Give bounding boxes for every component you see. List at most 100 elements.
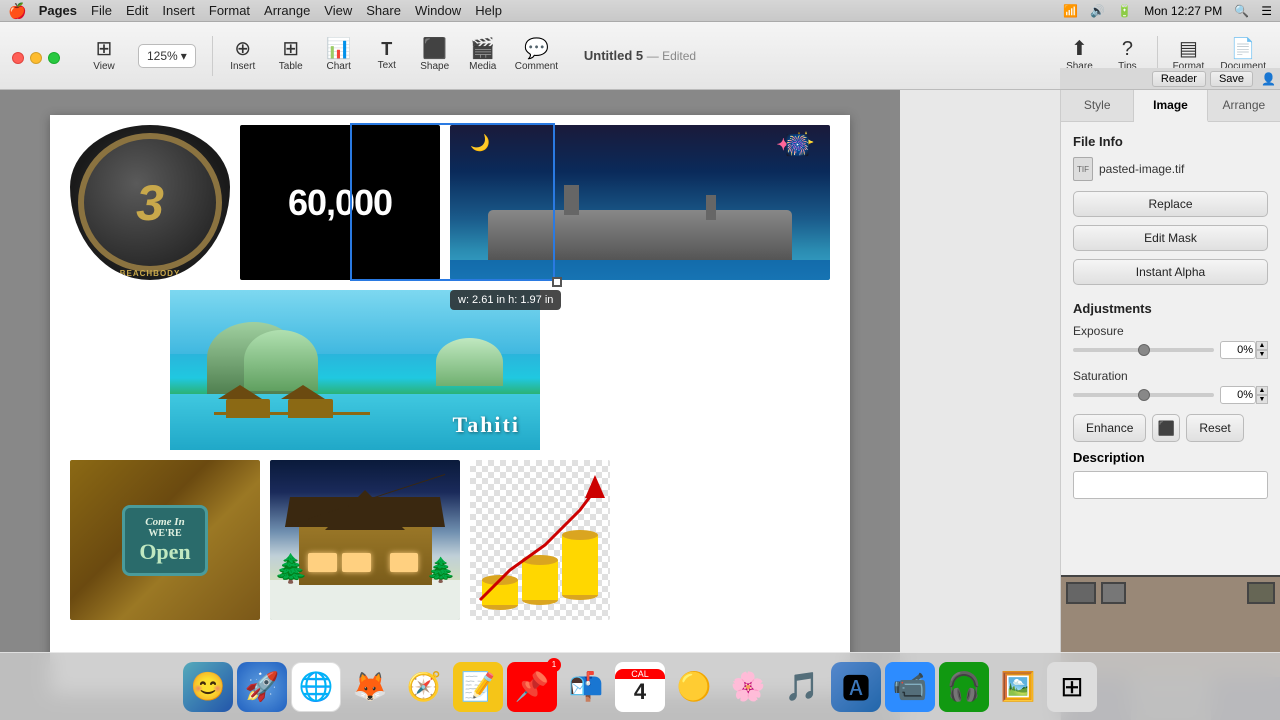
exposure-up[interactable]: ▲ xyxy=(1256,341,1268,350)
minimize-button[interactable] xyxy=(30,52,42,64)
dock-appstore[interactable]: 🅰 xyxy=(831,662,881,712)
notes-icon: 📝 xyxy=(461,670,496,703)
dock-zoom[interactable]: 📹 xyxy=(885,662,935,712)
menu-help[interactable]: Help xyxy=(475,3,502,18)
menu-file[interactable]: File xyxy=(91,3,112,18)
levels-icon-button[interactable]: ⬛ xyxy=(1152,414,1180,442)
dock-mail[interactable]: 📬 xyxy=(561,662,611,712)
menu-insert[interactable]: Insert xyxy=(162,3,195,18)
open-sign-image[interactable]: Come In WE'RE Open xyxy=(70,460,260,620)
iphoto-icon: 🖼️ xyxy=(1001,670,1036,703)
window-controls xyxy=(12,52,60,64)
dock-photos[interactable]: 🌸 xyxy=(723,662,773,712)
zoom-selector[interactable]: 125% ▾ xyxy=(138,44,196,68)
dock-spotify[interactable]: 🎧 xyxy=(939,662,989,712)
text-button[interactable]: T Text xyxy=(365,36,409,75)
media-button[interactable]: 🎬 Media xyxy=(461,35,505,76)
zoom-value: 125% xyxy=(147,49,178,63)
dock-safari[interactable]: 🧭 xyxy=(399,662,449,712)
menu-view[interactable]: View xyxy=(324,3,352,18)
saturation-thumb[interactable] xyxy=(1138,389,1150,401)
dock-app-red[interactable]: 📌 1 xyxy=(507,662,557,712)
dock-finder[interactable]: 😊 xyxy=(183,662,233,712)
money-chart-image[interactable] xyxy=(470,460,610,620)
launchpad-icon: 🚀 xyxy=(245,670,280,703)
file-info-row: TIF pasted-image.tif xyxy=(1073,157,1268,181)
save-button[interactable]: Save xyxy=(1210,71,1253,87)
exposure-thumb[interactable] xyxy=(1138,344,1150,356)
dock-notes[interactable]: 📝 xyxy=(453,662,503,712)
resize-handle[interactable] xyxy=(552,277,562,287)
menu-share[interactable]: Share xyxy=(366,3,401,18)
description-input[interactable] xyxy=(1073,471,1268,499)
wifi-icon[interactable]: 📶 xyxy=(1063,4,1078,18)
firefox-icon: 🦊 xyxy=(353,670,388,703)
come-in-text: Come In xyxy=(139,516,190,528)
view-icon: ⊞ xyxy=(96,39,113,59)
comment-button[interactable]: 💬 Comment xyxy=(509,35,564,76)
saturation-value: 0% xyxy=(1220,386,1256,404)
replace-button[interactable]: Replace xyxy=(1073,191,1268,217)
calendar-month: CAL xyxy=(615,669,665,679)
close-button[interactable] xyxy=(12,52,24,64)
sixty-thousand-image[interactable]: 60,000 xyxy=(240,125,440,280)
menu-edit[interactable]: Edit xyxy=(126,3,148,18)
beachbody-image[interactable]: 3 BEACHBODY xyxy=(70,125,230,280)
money-chart-graphic xyxy=(470,460,610,620)
cruise-ship-image[interactable]: ✨ ✦ 🌙 xyxy=(450,125,830,280)
zoom-dropdown-icon: ▾ xyxy=(181,49,187,63)
share-icon: ⬆ xyxy=(1071,39,1088,59)
chalet-image[interactable]: 🌲 🌲 xyxy=(270,460,460,620)
adjustments-section: Adjustments Exposure 0% ▲ ▼ xyxy=(1073,301,1268,442)
saturation-down[interactable]: ▼ xyxy=(1256,395,1268,404)
reset-button[interactable]: Reset xyxy=(1186,414,1243,442)
menubar-right: 📶 🔊 🔋 Mon 12:27 PM 🔍 ☰ xyxy=(1063,4,1272,18)
insert-icon: ⊕ xyxy=(234,39,251,59)
battery-icon[interactable]: 🔋 xyxy=(1117,4,1132,18)
dock-stickies[interactable]: 🟡 xyxy=(669,662,719,712)
exposure-down[interactable]: ▼ xyxy=(1256,350,1268,359)
dock-launchpad[interactable]: 🚀 xyxy=(237,662,287,712)
table-button[interactable]: ⊞ Table xyxy=(269,35,313,76)
enhance-button[interactable]: Enhance xyxy=(1073,414,1146,442)
view-button[interactable]: ⊞ View xyxy=(82,35,126,76)
dock-firefox[interactable]: 🦊 xyxy=(345,662,395,712)
saturation-slider[interactable] xyxy=(1073,393,1214,397)
dock-grid[interactable]: ⊞ xyxy=(1047,662,1097,712)
saturation-stepper[interactable]: ▲ ▼ xyxy=(1256,386,1268,404)
red-app-icon: 📌 xyxy=(515,670,550,703)
chart-button[interactable]: 📊 Chart xyxy=(317,35,361,76)
apple-menu[interactable]: 🍎 xyxy=(8,2,27,20)
exposure-stepper[interactable]: ▲ ▼ xyxy=(1256,341,1268,359)
sixty-thousand-text: 60,000 xyxy=(288,182,392,224)
tab-image[interactable]: Image xyxy=(1134,90,1207,122)
reader-button[interactable]: Reader xyxy=(1152,71,1206,87)
tahiti-image[interactable]: Tahiti xyxy=(170,290,540,450)
instant-alpha-button[interactable]: Instant Alpha xyxy=(1073,259,1268,285)
dock-calendar[interactable]: CAL 4 xyxy=(615,662,665,712)
app-name[interactable]: Pages xyxy=(39,3,77,18)
dock-itunes[interactable]: 🎵 xyxy=(777,662,827,712)
volume-icon[interactable]: 🔊 xyxy=(1090,4,1105,18)
maximize-button[interactable] xyxy=(48,52,60,64)
tahiti-graphic: Tahiti xyxy=(170,290,540,450)
appstore-icon: 🅰 xyxy=(842,667,870,707)
dock-photos2[interactable]: 🖼️ xyxy=(993,662,1043,712)
sidebar-icon[interactable]: ☰ xyxy=(1261,4,1272,18)
exposure-slider[interactable] xyxy=(1073,348,1214,352)
menu-window[interactable]: Window xyxy=(415,3,461,18)
shape-button[interactable]: ⬛ Shape xyxy=(413,35,457,76)
tahiti-text: Tahiti xyxy=(453,412,520,438)
menu-format[interactable]: Format xyxy=(209,3,250,18)
tab-style[interactable]: Style xyxy=(1061,90,1134,121)
saturation-up[interactable]: ▲ xyxy=(1256,386,1268,395)
tab-arrange[interactable]: Arrange xyxy=(1208,90,1280,121)
exposure-label: Exposure xyxy=(1073,324,1268,338)
edit-mask-button[interactable]: Edit Mask xyxy=(1073,225,1268,251)
insert-button[interactable]: ⊕ Insert xyxy=(221,35,265,76)
page-canvas[interactable]: 3 BEACHBODY 60,000 ✨ ✦ xyxy=(50,115,850,695)
search-icon[interactable]: 🔍 xyxy=(1234,4,1249,18)
menu-arrange[interactable]: Arrange xyxy=(264,3,310,18)
itunes-icon: 🎵 xyxy=(785,670,820,703)
dock-chrome[interactable]: 🌐 xyxy=(291,662,341,712)
